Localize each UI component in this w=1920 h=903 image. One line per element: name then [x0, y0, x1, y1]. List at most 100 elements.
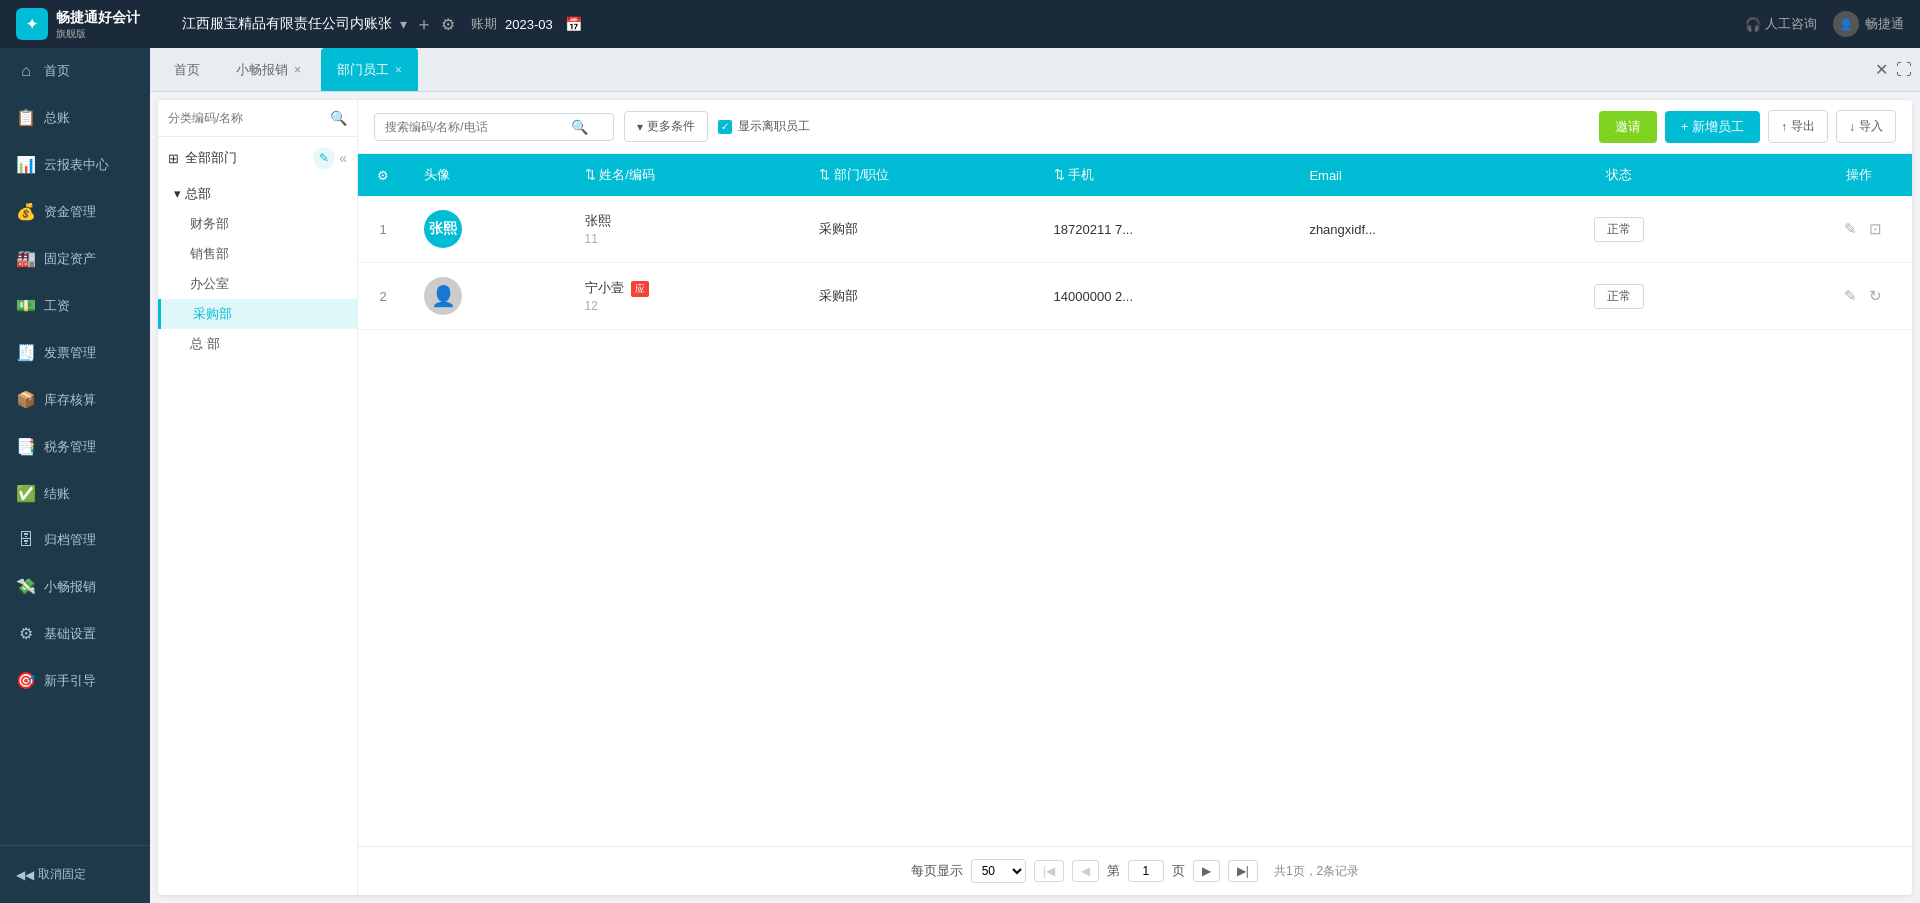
dept-left-panel: 🔍 ⊞ 全部部门 ✎ « ▾ 总部	[158, 100, 358, 895]
content-area: 首页 小畅报销 × 部门员工 × ✕ ⛶ 🔍	[150, 48, 1920, 903]
dept-node-purchase[interactable]: 采购部	[158, 299, 357, 329]
show-resigned-label: 显示离职员工	[738, 118, 810, 135]
row-avatar-1: 张熙	[408, 196, 569, 263]
sidebar-item-label: 工资	[44, 297, 70, 315]
show-resigned-checkbox[interactable]: ✓ 显示离职员工	[718, 118, 810, 135]
col-settings[interactable]: ⚙	[358, 154, 408, 196]
first-page-button[interactable]: |◀	[1034, 860, 1064, 882]
filter-label: 更多条件	[647, 118, 695, 135]
assets-icon: 🏭	[16, 249, 36, 268]
next-page-button[interactable]: ▶	[1193, 860, 1220, 882]
sidebar-item-tax[interactable]: 📑 税务管理	[0, 423, 150, 470]
dept-node-finance[interactable]: 财务部	[158, 209, 357, 239]
invite-button[interactable]: 邀请	[1599, 111, 1657, 143]
row-name-2: 宁小壹 应 12	[569, 263, 804, 330]
tab-expense[interactable]: 小畅报销 ×	[220, 48, 317, 91]
sidebar-item-ledger[interactable]: 📋 总账	[0, 94, 150, 141]
tax-icon: 📑	[16, 437, 36, 456]
col-phone[interactable]: ⇅ 手机	[1038, 154, 1294, 196]
tab-department[interactable]: 部门员工 ×	[321, 48, 418, 91]
sidebar-item-checkout[interactable]: ✅ 结账	[0, 470, 150, 517]
sidebar-item-home[interactable]: ⌂ 首页	[0, 48, 150, 94]
row-phone-2: 14000000 2...	[1038, 263, 1294, 330]
tab-department-close[interactable]: ×	[395, 63, 402, 77]
edit-icon[interactable]: ✎	[1844, 287, 1857, 305]
tab-maximize-button[interactable]: ⛶	[1896, 60, 1912, 79]
tab-home[interactable]: 首页	[158, 48, 216, 91]
col-action: 操作	[1719, 154, 1912, 196]
add-company-button[interactable]: ＋	[415, 12, 433, 36]
sidebar-item-reports[interactable]: 📊 云报表中心	[0, 141, 150, 188]
col-dept[interactable]: ⇅ 部门/职位	[803, 154, 1038, 196]
calendar-icon[interactable]: 📅	[565, 16, 582, 32]
import-button[interactable]: ↓ 导入	[1836, 110, 1896, 143]
company-name: 江西服宝精品有限责任公司内账张	[182, 15, 392, 33]
all-dept-label: 全部部门	[185, 149, 237, 167]
add-dept-button[interactable]: ✎	[313, 147, 335, 169]
company-settings-button[interactable]: ⚙	[441, 15, 455, 34]
sidebar-item-funds[interactable]: 💰 资金管理	[0, 188, 150, 235]
sidebar-item-invoice[interactable]: 🧾 发票管理	[0, 329, 150, 376]
dept-grid-icon: ⊞	[168, 151, 179, 166]
filter-icon: ▾	[637, 120, 643, 134]
row-avatar-2: 👤	[408, 263, 569, 330]
sidebar-item-archive[interactable]: 🗄 归档管理	[0, 517, 150, 563]
row-index-1: 1	[358, 196, 408, 263]
collapse-dept-button[interactable]: «	[339, 147, 347, 169]
sidebar-item-expense[interactable]: 💸 小畅报销	[0, 563, 150, 610]
user-area[interactable]: 👤 畅捷通	[1833, 11, 1904, 37]
table-header-row: ⚙ 头像 ⇅ 姓名/编码 ⇅ 部门/职位 ⇅ 手机	[358, 154, 1912, 196]
reports-icon: 📊	[16, 155, 36, 174]
sidebar-item-label: 固定资产	[44, 250, 96, 268]
col-avatar: 头像	[408, 154, 569, 196]
col-status: 状态	[1519, 154, 1719, 196]
sidebar-item-assets[interactable]: 🏭 固定资产	[0, 235, 150, 282]
edit-icon[interactable]: ✎	[1844, 220, 1857, 238]
sidebar-item-guide[interactable]: 🎯 新手引导	[0, 657, 150, 704]
sidebar-item-settings[interactable]: ⚙ 基础设置	[0, 610, 150, 657]
top-header: ✦ 畅捷通好会计 旗舰版 江西服宝精品有限责任公司内账张 ▾ ＋ ⚙ 账期 20…	[0, 0, 1920, 48]
last-page-button[interactable]: ▶|	[1228, 860, 1258, 882]
row-status-1: 正常	[1519, 196, 1719, 263]
page-number-input[interactable]	[1128, 860, 1164, 882]
row-name-1: 张熙 11	[569, 196, 804, 263]
dept-search-input[interactable]	[168, 111, 324, 125]
checkbox-checked-icon: ✓	[718, 120, 732, 134]
dept-node-general[interactable]: ▾ 总部	[158, 179, 357, 209]
all-dept-button[interactable]: ⊞ 全部部门	[168, 149, 237, 167]
dept-node-headquarter[interactable]: 总 部	[158, 329, 357, 359]
employee-search-icon[interactable]: 🔍	[571, 119, 588, 135]
prev-page-button[interactable]: ◀	[1072, 860, 1099, 882]
cancel-fixed-button[interactable]: ◀◀ 取消固定	[0, 856, 150, 893]
dept-node-office[interactable]: 办公室	[158, 269, 357, 299]
settings-icon: ⚙	[16, 624, 36, 643]
export-button[interactable]: ↑ 导出	[1768, 110, 1828, 143]
per-page-select[interactable]: 50 20 100	[971, 859, 1026, 883]
page-word: 第	[1107, 862, 1120, 880]
sidebar-item-label: 基础设置	[44, 625, 96, 643]
dept-node-sales[interactable]: 销售部	[158, 239, 357, 269]
logout-icon[interactable]: ⊡	[1869, 220, 1882, 238]
company-dropdown-button[interactable]: ▾	[400, 16, 407, 32]
sidebar-item-label: 资金管理	[44, 203, 96, 221]
page-unit: 页	[1172, 862, 1185, 880]
sidebar-item-salary[interactable]: 💵 工资	[0, 282, 150, 329]
status-badge: 正常	[1594, 284, 1644, 309]
tab-close-window-button[interactable]: ✕	[1875, 60, 1888, 79]
tab-expense-close[interactable]: ×	[294, 63, 301, 77]
sidebar-item-inventory[interactable]: 📦 库存核算	[0, 376, 150, 423]
more-filter-button[interactable]: ▾ 更多条件	[624, 111, 708, 142]
dept-search-icon[interactable]: 🔍	[330, 110, 347, 126]
cancel-fixed-icon: ◀◀	[16, 868, 34, 882]
pagination: 每页显示 50 20 100 |◀ ◀ 第 页 ▶ ▶| 共1页，2条记录	[358, 846, 1912, 895]
dept-search-area: 🔍	[158, 100, 357, 137]
employee-table: ⚙ 头像 ⇅ 姓名/编码 ⇅ 部门/职位 ⇅ 手机	[358, 154, 1912, 330]
employee-toolbar: 🔍 ▾ 更多条件 ✓ 显示离职员工 邀请 + 新增员工 ↑	[358, 100, 1912, 154]
add-employee-button[interactable]: + 新增员工	[1665, 111, 1760, 143]
tab-actions: ✕ ⛶	[1875, 60, 1912, 79]
employee-search-input[interactable]	[385, 120, 565, 134]
service-button[interactable]: 🎧 人工咨询	[1745, 15, 1817, 33]
col-name[interactable]: ⇅ 姓名/编码	[569, 154, 804, 196]
sidebar-item-label: 库存核算	[44, 391, 96, 409]
refresh-icon[interactable]: ↻	[1869, 287, 1882, 305]
